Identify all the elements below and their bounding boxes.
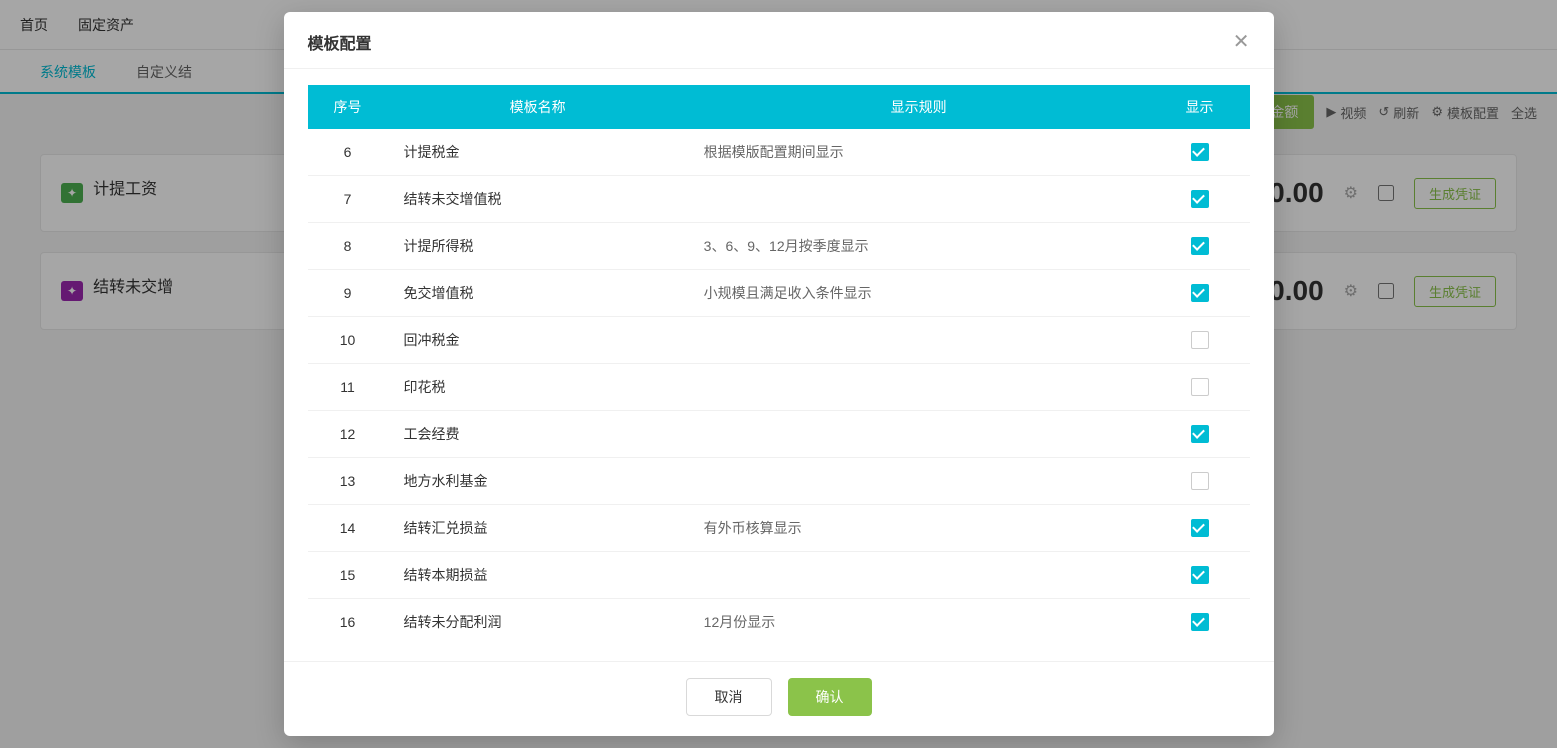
table-row: 10回冲税金: [308, 317, 1250, 364]
table-row: 15结转本期损益: [308, 552, 1250, 599]
checkbox-icon[interactable]: [1191, 190, 1209, 208]
cell-id: 12: [308, 411, 388, 458]
cell-id: 6: [308, 129, 388, 176]
cell-id: 16: [308, 599, 388, 646]
table-row: 12工会经费: [308, 411, 1250, 458]
cell-name: 结转未交增值税: [388, 176, 688, 223]
checkbox-icon[interactable]: [1191, 378, 1209, 396]
cell-checkbox[interactable]: [1150, 552, 1250, 599]
cell-id: 9: [308, 270, 388, 317]
cell-rule: 有外币核算显示: [688, 505, 1150, 552]
cancel-button[interactable]: 取消: [686, 678, 772, 716]
modal-overlay: 模板配置 ✕ 序号 模板名称 显示规则 显示 6计提税金根据模版配置期间显示7结…: [0, 0, 1557, 748]
table-row: 9免交增值税小规模且满足收入条件显示: [308, 270, 1250, 317]
cell-rule: 根据模版配置期间显示: [688, 129, 1150, 176]
cell-rule: [688, 317, 1150, 364]
cell-name: 结转未分配利润: [388, 599, 688, 646]
modal-template-config: 模板配置 ✕ 序号 模板名称 显示规则 显示 6计提税金根据模版配置期间显示7结…: [284, 12, 1274, 736]
cell-id: 8: [308, 223, 388, 270]
cell-name: 地方水利基金: [388, 458, 688, 505]
cell-checkbox[interactable]: [1150, 505, 1250, 552]
cell-rule: 小规模且满足收入条件显示: [688, 270, 1150, 317]
cell-id: 14: [308, 505, 388, 552]
cell-rule: [688, 364, 1150, 411]
cell-id: 10: [308, 317, 388, 364]
checkbox-icon[interactable]: [1191, 613, 1209, 631]
cell-checkbox[interactable]: [1150, 270, 1250, 317]
confirm-button[interactable]: 确认: [788, 678, 872, 716]
cell-checkbox[interactable]: [1150, 599, 1250, 646]
cell-checkbox[interactable]: [1150, 411, 1250, 458]
cell-name: 计提税金: [388, 129, 688, 176]
col-header-name: 模板名称: [388, 85, 688, 129]
modal-body: 序号 模板名称 显示规则 显示 6计提税金根据模版配置期间显示7结转未交增值税8…: [284, 69, 1274, 661]
checkbox-icon[interactable]: [1191, 519, 1209, 537]
cell-name: 结转本期损益: [388, 552, 688, 599]
cell-checkbox[interactable]: [1150, 129, 1250, 176]
cell-name: 结转汇兑损益: [388, 505, 688, 552]
checkbox-icon[interactable]: [1191, 566, 1209, 584]
checkbox-icon[interactable]: [1191, 237, 1209, 255]
col-header-rule: 显示规则: [688, 85, 1150, 129]
table-row: 7结转未交增值税: [308, 176, 1250, 223]
cell-id: 7: [308, 176, 388, 223]
table-row: 11印花税: [308, 364, 1250, 411]
cell-name: 计提所得税: [388, 223, 688, 270]
cell-checkbox[interactable]: [1150, 223, 1250, 270]
cell-checkbox[interactable]: [1150, 176, 1250, 223]
checkbox-icon[interactable]: [1191, 472, 1209, 490]
table-row: 14结转汇兑损益有外币核算显示: [308, 505, 1250, 552]
checkbox-icon[interactable]: [1191, 425, 1209, 443]
cell-id: 11: [308, 364, 388, 411]
cell-rule: [688, 411, 1150, 458]
table-row: 16结转未分配利润12月份显示: [308, 599, 1250, 646]
table-row: 13地方水利基金: [308, 458, 1250, 505]
col-header-id: 序号: [308, 85, 388, 129]
checkbox-icon[interactable]: [1191, 143, 1209, 161]
cell-rule: 3、6、9、12月按季度显示: [688, 223, 1150, 270]
cell-rule: [688, 552, 1150, 599]
cell-rule: [688, 458, 1150, 505]
cell-checkbox[interactable]: [1150, 317, 1250, 364]
checkbox-icon[interactable]: [1191, 331, 1209, 349]
cell-name: 免交增值税: [388, 270, 688, 317]
close-button[interactable]: ✕: [1233, 32, 1250, 52]
col-header-display: 显示: [1150, 85, 1250, 129]
cell-id: 15: [308, 552, 388, 599]
cell-id: 13: [308, 458, 388, 505]
table-row: 6计提税金根据模版配置期间显示: [308, 129, 1250, 176]
cell-checkbox[interactable]: [1150, 364, 1250, 411]
cell-rule: [688, 176, 1150, 223]
cell-checkbox[interactable]: [1150, 458, 1250, 505]
modal-title: 模板配置: [308, 30, 372, 54]
cell-name: 印花税: [388, 364, 688, 411]
cell-name: 回冲税金: [388, 317, 688, 364]
config-table: 序号 模板名称 显示规则 显示 6计提税金根据模版配置期间显示7结转未交增值税8…: [308, 85, 1250, 645]
cell-name: 工会经费: [388, 411, 688, 458]
cell-rule: 12月份显示: [688, 599, 1150, 646]
checkbox-icon[interactable]: [1191, 284, 1209, 302]
table-row: 8计提所得税3、6、9、12月按季度显示: [308, 223, 1250, 270]
